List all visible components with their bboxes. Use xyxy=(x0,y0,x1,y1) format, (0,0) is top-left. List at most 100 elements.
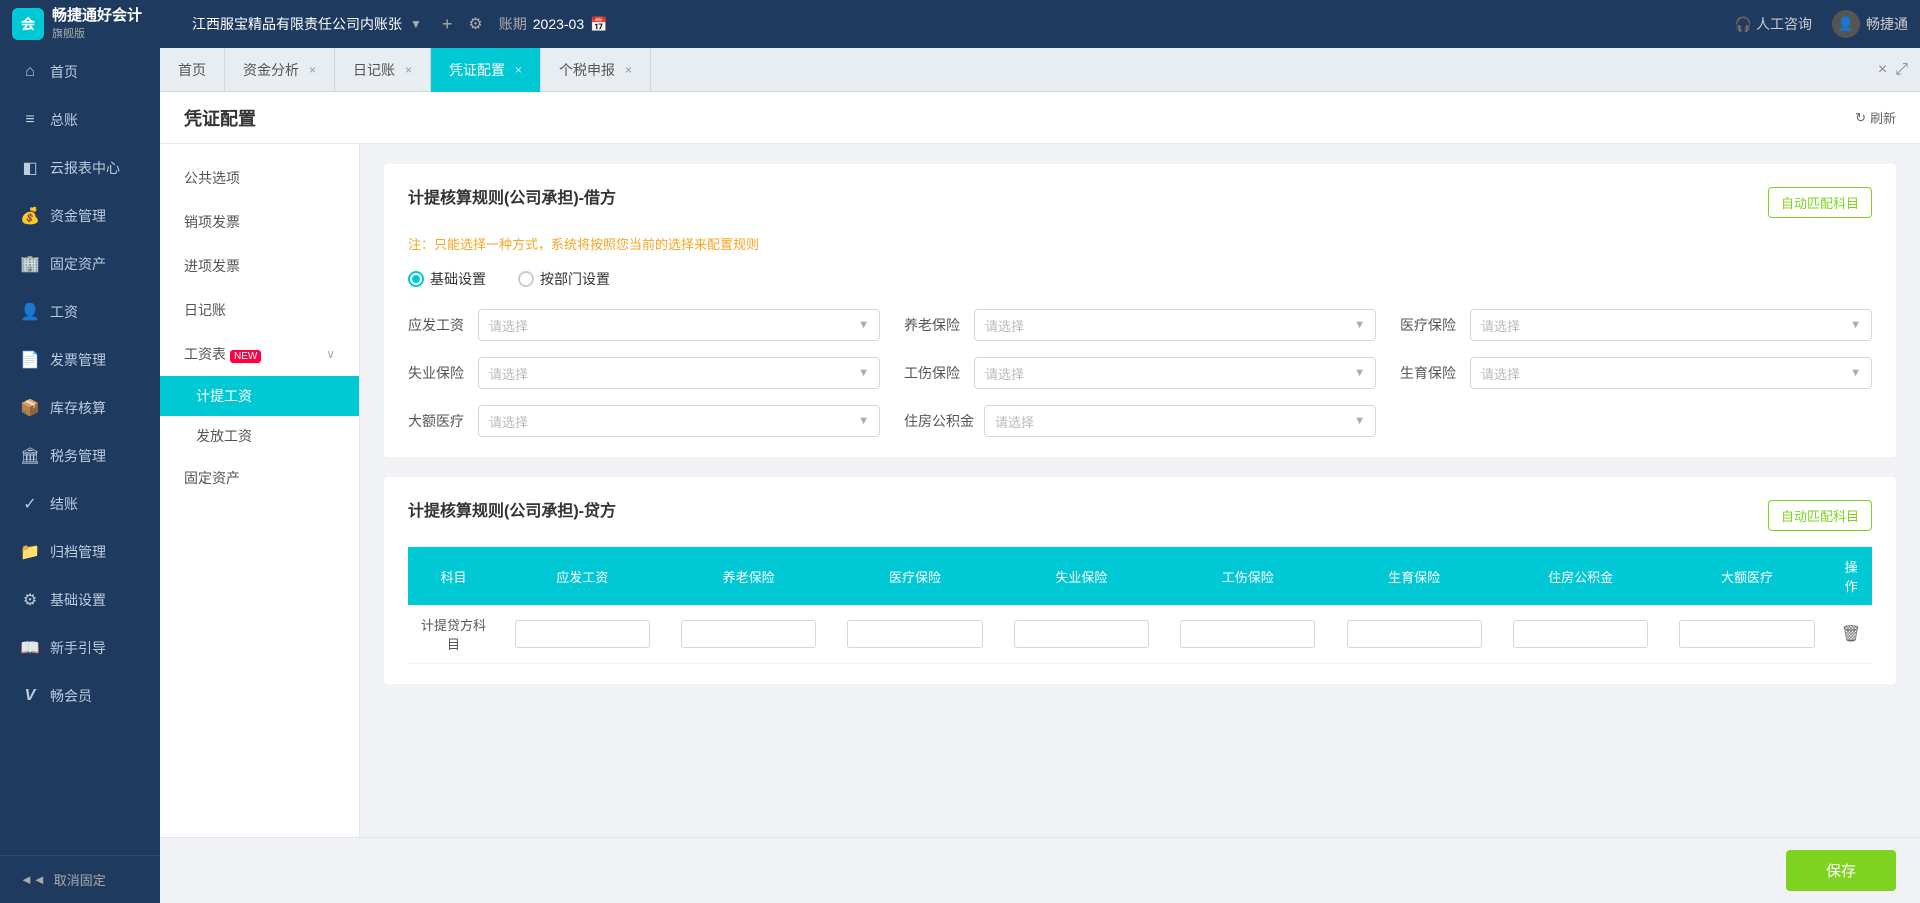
maternity-select[interactable]: 请选择 ▼ xyxy=(1470,357,1872,389)
row-critical-input[interactable] xyxy=(1679,620,1814,648)
pension-select[interactable]: 请选择 ▼ xyxy=(974,309,1376,341)
radio-dept[interactable]: 按部门设置 xyxy=(518,269,610,289)
main-layout: ⌂ 首页 ≡ 总账 ◧ 云报表中心 💰 资金管理 🏢 固定资产 👤 工资 📄 发… xyxy=(0,48,1920,903)
expand-icon[interactable]: ⤢ xyxy=(1895,61,1908,79)
sidebar-item-assets[interactable]: 🏢 固定资产 xyxy=(0,240,160,288)
tab-voucher-config[interactable]: 凭证配置 × xyxy=(431,48,541,92)
sub-item-purchase-invoice[interactable]: 进项发票 xyxy=(160,244,359,288)
sidebar-item-inventory[interactable]: 📦 库存核算 xyxy=(0,384,160,432)
sub-item-issue-salary[interactable]: 发放工资 xyxy=(160,416,359,456)
sub-item-sales-invoice[interactable]: 销项发票 xyxy=(160,200,359,244)
tab-tax-close[interactable]: × xyxy=(625,63,632,77)
row-gross-input[interactable] xyxy=(515,620,650,648)
sub-item-journal[interactable]: 日记账 xyxy=(160,288,359,332)
sidebar-item-close[interactable]: ✓ 结账 xyxy=(0,480,160,528)
sidebar-item-salary[interactable]: 👤 工资 xyxy=(0,288,160,336)
sidebar-item-vip[interactable]: V 畅会员 xyxy=(0,672,160,720)
critical-illness-select[interactable]: 请选择 ▼ xyxy=(478,405,880,437)
row-workinjury-input[interactable] xyxy=(1180,620,1315,648)
sidebar-item-guide[interactable]: 📖 新手引导 xyxy=(0,624,160,672)
tab-funds-close[interactable]: × xyxy=(309,63,316,77)
workinjury-select[interactable]: 请选择 ▼ xyxy=(974,357,1376,389)
salary-icon: 👤 xyxy=(20,302,40,322)
save-button[interactable]: 保存 xyxy=(1786,850,1896,891)
user-area[interactable]: 👤 畅捷通 xyxy=(1832,10,1908,38)
sub-item-accrue-salary[interactable]: 计提工资 xyxy=(160,376,359,416)
row-medical-input-cell xyxy=(832,605,998,664)
sidebar-label-basic: 基础设置 xyxy=(50,590,106,610)
sidebar-item-reports[interactable]: ◧ 云报表中心 xyxy=(0,144,160,192)
col-subject: 科目 xyxy=(408,547,499,605)
sidebar-item-funds[interactable]: 💰 资金管理 xyxy=(0,192,160,240)
sub-item-payroll-table[interactable]: 工资表NEW ∨ xyxy=(160,332,359,376)
unemployment-select[interactable]: 请选择 ▼ xyxy=(478,357,880,389)
credit-section: 计提核算规则(公司承担)-贷方 自动匹配科目 科目 应发工资 养老保险 医疗保险… xyxy=(384,477,1896,684)
medical-arrow: ▼ xyxy=(1850,319,1861,331)
invoice-icon: 📄 xyxy=(20,350,40,370)
radio-basic[interactable]: 基础设置 xyxy=(408,269,486,289)
radio-dept-label: 按部门设置 xyxy=(540,269,610,289)
service-btn[interactable]: 🎧 人工咨询 xyxy=(1735,14,1812,34)
app-logo-icon: 会 xyxy=(12,8,44,40)
tab-tax-label: 个税申报 xyxy=(559,60,615,80)
sidebar-label-ledger: 总账 xyxy=(50,110,78,130)
sidebar-label-salary: 工资 xyxy=(50,302,78,322)
sub-item-fixed-assets[interactable]: 固定资产 xyxy=(160,456,359,500)
radio-basic-label: 基础设置 xyxy=(430,269,486,289)
sidebar-item-tax[interactable]: 🏛 税务管理 xyxy=(0,432,160,480)
unpin-button[interactable]: ◄◄ 取消固定 xyxy=(0,855,160,903)
tab-tax-report[interactable]: 个税申报 × xyxy=(541,48,651,92)
tab-voucher-close[interactable]: × xyxy=(515,63,522,77)
debit-section: 计提核算规则(公司承担)-借方 自动匹配科目 注：只能选择一种方式，系统将按照您… xyxy=(384,164,1896,457)
row-maternity-input[interactable] xyxy=(1347,620,1482,648)
credit-auto-match-button[interactable]: 自动匹配科目 xyxy=(1768,500,1872,531)
col-maternity: 生育保险 xyxy=(1331,547,1497,605)
sidebar-label-tax: 税务管理 xyxy=(50,446,106,466)
tab-journal-close[interactable]: × xyxy=(405,63,412,77)
header-right: 🎧 人工咨询 👤 畅捷通 xyxy=(1735,10,1908,38)
row-housing-input[interactable] xyxy=(1513,620,1648,648)
close-all-icon[interactable]: × xyxy=(1878,61,1887,79)
medical-select[interactable]: 请选择 ▼ xyxy=(1470,309,1872,341)
debit-auto-match-button[interactable]: 自动匹配科目 xyxy=(1768,187,1872,218)
sidebar-item-invoice[interactable]: 📄 发票管理 xyxy=(0,336,160,384)
chevron-down-icon: ∨ xyxy=(326,347,335,361)
sub-item-public[interactable]: 公共选项 xyxy=(160,156,359,200)
tab-funds-analysis[interactable]: 资金分析 × xyxy=(225,48,335,92)
period-selector[interactable]: 账期 2023-03 📅 xyxy=(499,14,608,34)
payroll-table-label: 工资表NEW xyxy=(184,344,261,364)
tab-home[interactable]: 首页 xyxy=(160,48,225,92)
unemployment-label: 失业保险 xyxy=(408,363,468,383)
company-selector[interactable]: 江西服宝精品有限责任公司内账张 ▼ xyxy=(192,14,422,34)
refresh-button[interactable]: ↻ 刷新 xyxy=(1855,108,1896,127)
radio-dept-circle xyxy=(518,271,534,287)
row-unemployment-input[interactable] xyxy=(1014,620,1149,648)
col-critical: 大额医疗 xyxy=(1664,547,1830,605)
credit-section-header: 计提核算规则(公司承担)-贷方 自动匹配科目 xyxy=(408,497,1872,533)
sidebar-label-vip: 畅会员 xyxy=(50,686,92,706)
radio-basic-circle xyxy=(408,271,424,287)
housing-fund-select[interactable]: 请选择 ▼ xyxy=(984,405,1376,437)
credit-section-title: 计提核算规则(公司承担)-贷方 xyxy=(408,497,616,521)
tab-journal[interactable]: 日记账 × xyxy=(335,48,431,92)
sidebar-label-close: 结账 xyxy=(50,494,78,514)
tax-icon: 🏛 xyxy=(20,446,40,466)
sidebar-item-basic[interactable]: ⚙ 基础设置 xyxy=(0,576,160,624)
field-medical: 医疗保险 请选择 ▼ xyxy=(1400,309,1872,341)
sidebar-item-ledger[interactable]: ≡ 总账 xyxy=(0,96,160,144)
row-medical-input[interactable] xyxy=(847,620,982,648)
table-row: 计提贷方科目 🗑 xyxy=(408,605,1872,664)
table-header-row: 科目 应发工资 养老保险 医疗保险 失业保险 工伤保险 生育保险 住房公积金 大… xyxy=(408,547,1872,605)
gross-salary-select[interactable]: 请选择 ▼ xyxy=(478,309,880,341)
period-value: 2023-03 xyxy=(533,16,584,32)
add-button[interactable]: + xyxy=(442,14,453,35)
maternity-label: 生育保险 xyxy=(1400,363,1460,383)
close-period-icon: ✓ xyxy=(20,494,40,514)
sidebar-item-home[interactable]: ⌂ 首页 xyxy=(0,48,160,96)
delete-row-button[interactable]: 🗑 xyxy=(1841,626,1861,643)
row-pension-input[interactable] xyxy=(681,620,816,648)
settings-icon[interactable]: ⚙ xyxy=(468,14,482,34)
sidebar-item-archive[interactable]: 📁 归档管理 xyxy=(0,528,160,576)
housing-fund-placeholder: 请选择 xyxy=(995,412,1034,431)
debit-form-grid: 应发工资 请选择 ▼ 养老保险 请选择 ▼ xyxy=(408,309,1872,437)
